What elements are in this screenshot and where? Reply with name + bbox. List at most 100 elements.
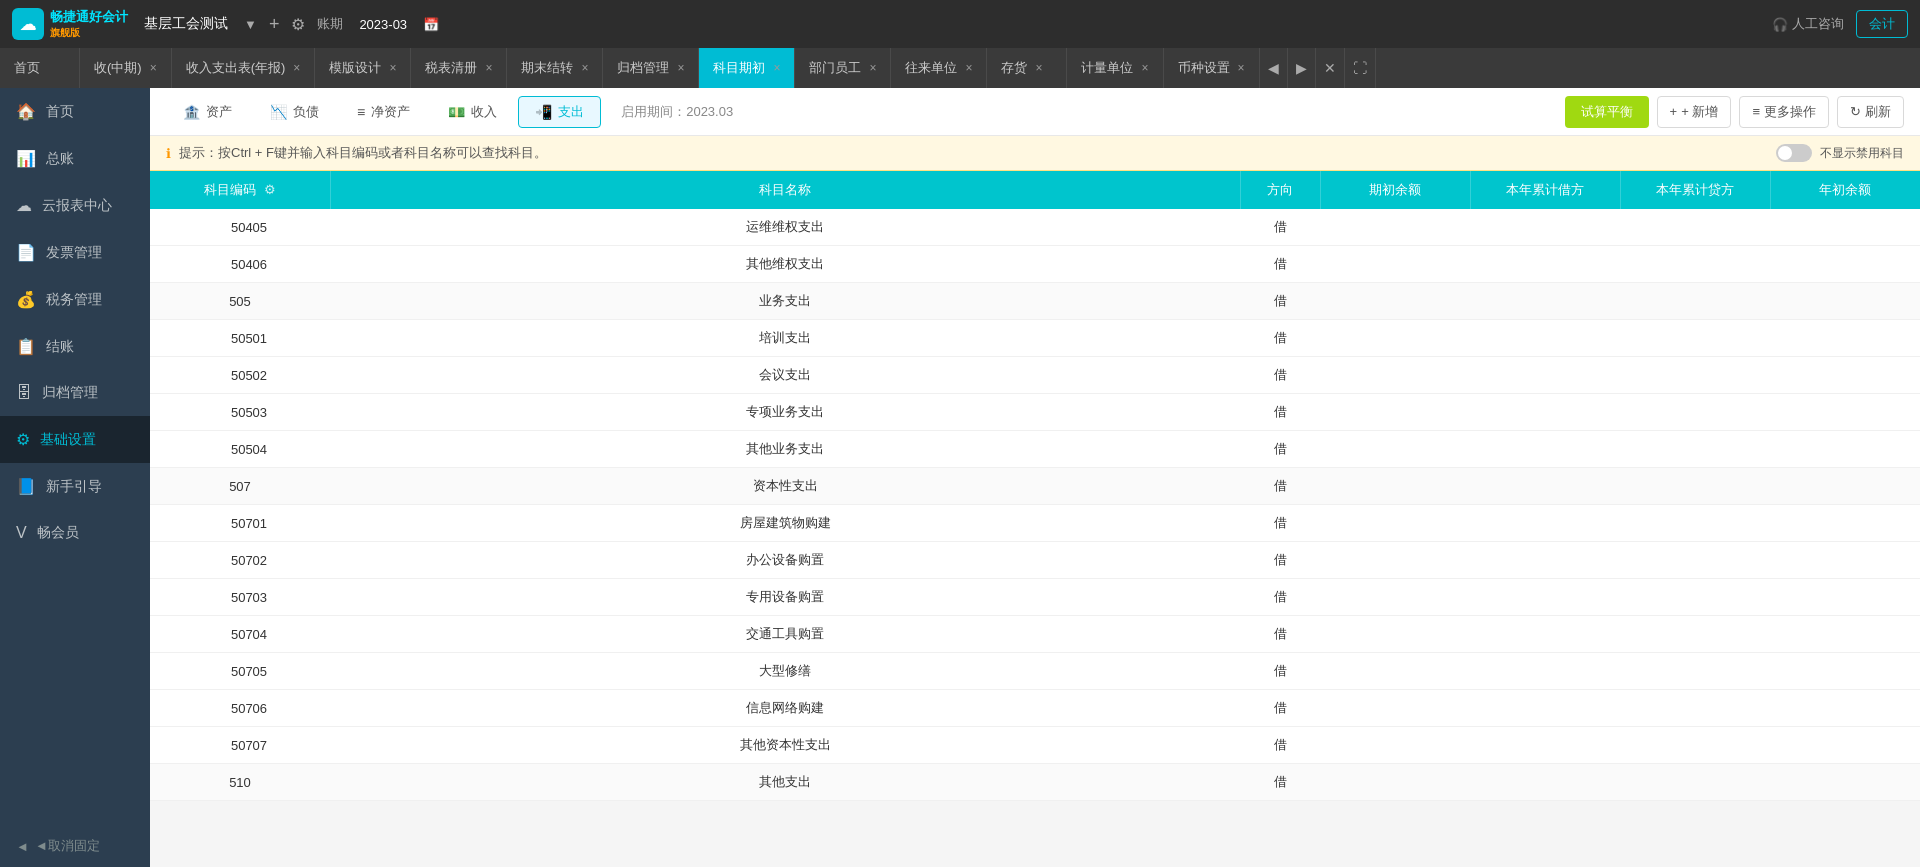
tab-close-icon[interactable]: × — [677, 61, 684, 75]
cell-ytd-bal[interactable] — [1770, 431, 1920, 468]
tab-close-all-button[interactable]: ✕ — [1316, 48, 1345, 88]
cell-period-bal[interactable] — [1320, 764, 1470, 801]
cell-ytd-credit[interactable] — [1620, 246, 1770, 283]
tab-dept-staff[interactable]: 部门员工 × — [795, 48, 891, 88]
account-button[interactable]: 会计 — [1856, 10, 1908, 38]
cell-ytd-bal[interactable] — [1770, 616, 1920, 653]
sub-tab-liabilities[interactable]: 📉 负债 — [253, 96, 336, 128]
cell-ytd-debit[interactable] — [1470, 616, 1620, 653]
table-row[interactable]: 507 资本性支出 借 — [150, 468, 1920, 505]
sidebar-item-invoice[interactable]: 📄 发票管理 — [0, 229, 150, 276]
cell-ytd-debit[interactable] — [1470, 468, 1620, 505]
tab-prev-button[interactable]: ◀ — [1260, 48, 1288, 88]
sidebar-item-checkout[interactable]: 📋 结账 — [0, 323, 150, 370]
cell-ytd-debit[interactable] — [1470, 579, 1620, 616]
cell-ytd-credit[interactable] — [1620, 616, 1770, 653]
add-tab-button[interactable]: + — [269, 14, 280, 35]
cell-ytd-debit[interactable] — [1470, 542, 1620, 579]
tab-contacts[interactable]: 往来单位 × — [891, 48, 987, 88]
tab-close-icon[interactable]: × — [581, 61, 588, 75]
cell-period-bal[interactable] — [1320, 727, 1470, 764]
cell-period-bal[interactable] — [1320, 468, 1470, 505]
cell-ytd-credit[interactable] — [1620, 320, 1770, 357]
cell-ytd-bal[interactable] — [1770, 653, 1920, 690]
org-name[interactable]: 基层工会测试 — [144, 15, 228, 33]
cell-ytd-bal[interactable] — [1770, 468, 1920, 505]
sidebar-item-member[interactable]: V 畅会员 — [0, 510, 150, 556]
tab-income-annual[interactable]: 收入支出表(年报) × — [172, 48, 316, 88]
settings-button[interactable]: ⚙ — [291, 15, 305, 34]
cell-period-bal[interactable] — [1320, 320, 1470, 357]
sub-tab-assets[interactable]: 🏦 资产 — [166, 96, 249, 128]
cell-ytd-credit[interactable] — [1620, 690, 1770, 727]
tab-next-button[interactable]: ▶ — [1288, 48, 1316, 88]
table-row[interactable]: 50406 其他维权支出 借 — [150, 246, 1920, 283]
tab-close-icon[interactable]: × — [1141, 61, 1148, 75]
cell-period-bal[interactable] — [1320, 394, 1470, 431]
table-row[interactable]: 50702 办公设备购置 借 — [150, 542, 1920, 579]
col-settings-icon[interactable]: ⚙ — [264, 182, 276, 197]
sub-tab-income[interactable]: 💵 收入 — [431, 96, 514, 128]
tab-close-icon[interactable]: × — [485, 61, 492, 75]
sub-tab-net-assets[interactable]: ≡ 净资产 — [340, 96, 427, 128]
cell-period-bal[interactable] — [1320, 579, 1470, 616]
cell-ytd-bal[interactable] — [1770, 542, 1920, 579]
sidebar-item-guide[interactable]: 📘 新手引导 — [0, 463, 150, 510]
cell-ytd-credit[interactable] — [1620, 764, 1770, 801]
cell-ytd-bal[interactable] — [1770, 579, 1920, 616]
tab-subject-init[interactable]: 科目期初 × — [699, 48, 795, 88]
tab-close-icon[interactable]: × — [965, 61, 972, 75]
cell-ytd-credit[interactable] — [1620, 542, 1770, 579]
cell-ytd-bal[interactable] — [1770, 246, 1920, 283]
tab-close-icon[interactable]: × — [1238, 61, 1245, 75]
cell-ytd-debit[interactable] — [1470, 653, 1620, 690]
cell-period-bal[interactable] — [1320, 542, 1470, 579]
sidebar-collapse-button[interactable]: ◄ ◄取消固定 — [0, 825, 150, 867]
table-row[interactable]: 510 其他支出 借 — [150, 764, 1920, 801]
table-row[interactable]: 50503 专项业务支出 借 — [150, 394, 1920, 431]
tab-mid-period[interactable]: 收(中期) × — [80, 48, 172, 88]
table-row[interactable]: 50701 房屋建筑物购建 借 — [150, 505, 1920, 542]
add-button[interactable]: + + 新增 — [1657, 96, 1732, 128]
cell-period-bal[interactable] — [1320, 283, 1470, 320]
table-row[interactable]: 50704 交通工具购置 借 — [150, 616, 1920, 653]
sub-tab-expenditure[interactable]: 📲 支出 — [518, 96, 601, 128]
cell-ytd-debit[interactable] — [1470, 727, 1620, 764]
tab-currency[interactable]: 币种设置 × — [1164, 48, 1260, 88]
cell-period-bal[interactable] — [1320, 357, 1470, 394]
sidebar-item-reports[interactable]: ☁ 云报表中心 — [0, 182, 150, 229]
tab-close-icon[interactable]: × — [150, 61, 157, 75]
cell-ytd-credit[interactable] — [1620, 431, 1770, 468]
cell-ytd-credit[interactable] — [1620, 283, 1770, 320]
cell-ytd-bal[interactable] — [1770, 764, 1920, 801]
cell-ytd-credit[interactable] — [1620, 579, 1770, 616]
table-row[interactable]: 50504 其他业务支出 借 — [150, 431, 1920, 468]
tab-close-icon[interactable]: × — [389, 61, 396, 75]
table-row[interactable]: 50502 会议支出 借 — [150, 357, 1920, 394]
sidebar-item-archive[interactable]: 🗄 归档管理 — [0, 370, 150, 416]
tab-inventory[interactable]: 存货 × — [987, 48, 1067, 88]
cell-ytd-bal[interactable] — [1770, 209, 1920, 246]
cell-ytd-debit[interactable] — [1470, 246, 1620, 283]
cell-ytd-debit[interactable] — [1470, 431, 1620, 468]
cell-ytd-bal[interactable] — [1770, 394, 1920, 431]
cell-ytd-credit[interactable] — [1620, 505, 1770, 542]
cell-ytd-credit[interactable] — [1620, 394, 1770, 431]
tab-close-icon[interactable]: × — [1035, 61, 1042, 75]
sidebar-item-tax[interactable]: 💰 税务管理 — [0, 276, 150, 323]
cell-ytd-bal[interactable] — [1770, 357, 1920, 394]
cell-ytd-bal[interactable] — [1770, 727, 1920, 764]
cell-ytd-credit[interactable] — [1620, 209, 1770, 246]
tab-archive[interactable]: 归档管理 × — [603, 48, 699, 88]
tab-unit[interactable]: 计量单位 × — [1067, 48, 1163, 88]
cell-ytd-bal[interactable] — [1770, 320, 1920, 357]
tab-close-icon[interactable]: × — [773, 61, 780, 75]
cell-ytd-credit[interactable] — [1620, 727, 1770, 764]
more-button[interactable]: ≡ 更多操作 — [1739, 96, 1829, 128]
cell-ytd-debit[interactable] — [1470, 690, 1620, 727]
cell-ytd-bal[interactable] — [1770, 505, 1920, 542]
cell-ytd-debit[interactable] — [1470, 209, 1620, 246]
table-row[interactable]: 50405 运维维权支出 借 — [150, 209, 1920, 246]
cell-period-bal[interactable] — [1320, 431, 1470, 468]
sidebar-item-ledger[interactable]: 📊 总账 — [0, 135, 150, 182]
